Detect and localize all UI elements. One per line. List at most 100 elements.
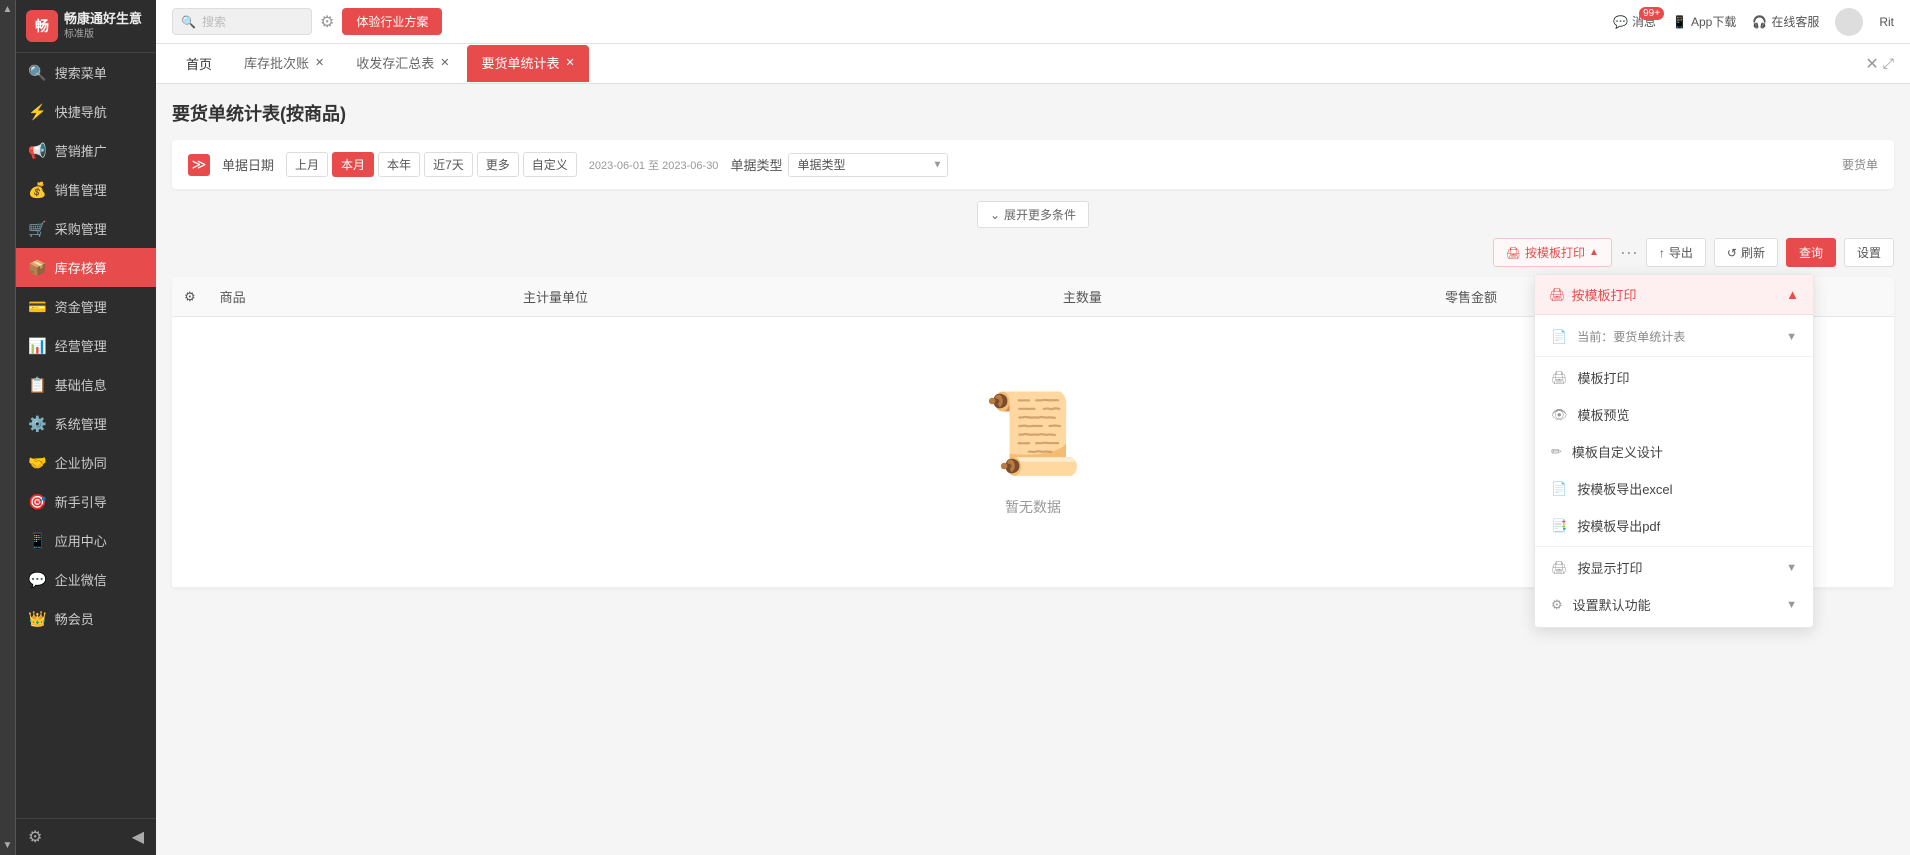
chevron-up-icon: ▲ [1589, 247, 1599, 258]
dropdown-item-set-default[interactable]: ⚙ 设置默认功能 ▼ [1535, 586, 1813, 623]
system-icon: ⚙️ [28, 415, 47, 433]
sidebar-item-sales[interactable]: 💰销售管理 [16, 170, 156, 209]
sidebar-label-appcenter: 应用中心 [55, 531, 107, 550]
query-btn[interactable]: 查询 [1786, 238, 1836, 267]
sidebar-item-system[interactable]: ⚙️系统管理 [16, 404, 156, 443]
tab-label-home: 首页 [186, 54, 212, 73]
service-icon: 🎧 [1752, 15, 1767, 29]
message-icon: 💬 [1613, 15, 1628, 29]
dropdown-header: 🖨 按模板打印 ▲ [1535, 275, 1813, 315]
settings-icon[interactable]: ⚙ [28, 827, 42, 847]
template-print-btn[interactable]: 🖨 按模板打印 ▲ [1493, 238, 1612, 267]
tab-close-order-stats[interactable]: ✕ [566, 56, 575, 69]
sidebar-menu: 🔍搜索菜单⚡快捷导航📢营销推广💰销售管理🛒采购管理📦库存核算💳资金管理📊经营管理… [16, 53, 156, 818]
sidebar-scroll-up[interactable]: ▲ [0, 0, 16, 19]
search-icon: 🔍 [28, 64, 47, 82]
dropdown-item-template-preview[interactable]: 👁 模板预览 [1535, 396, 1813, 433]
dropdown-item-template-print[interactable]: 🖨 模板打印 [1535, 359, 1813, 396]
sidebar-item-operation[interactable]: 📊经营管理 [16, 326, 156, 365]
dropdown-current-arrow: ▼ [1786, 331, 1797, 343]
sidebar-toggle-icon[interactable]: ◀ [132, 827, 144, 847]
app-download-btn[interactable]: 📱 App下载 [1672, 13, 1736, 30]
close-window-icon[interactable]: ✕ [1865, 54, 1878, 74]
tabs-right-controls: ✕ ⤢ [1857, 54, 1894, 74]
page-content: 要货单统计表(按商品) ≫ 单据日期 上月本月本年近7天更多自定义 2023-0… [156, 84, 1910, 855]
more-options-icon[interactable]: ··· [1620, 242, 1638, 263]
online-service-btn[interactable]: 🎧 在线客服 [1752, 13, 1819, 30]
header-settings-icon[interactable]: ⚙ [320, 12, 334, 32]
sidebar-item-search[interactable]: 🔍搜索菜单 [16, 53, 156, 92]
dropdown-title-label: 按模板打印 [1572, 285, 1637, 304]
tab-label-receipts: 收发存汇总表 [356, 53, 434, 72]
sidebar-label-enterprise: 企业协同 [55, 453, 107, 472]
sidebar-label-quick-nav: 快捷导航 [55, 102, 107, 121]
sidebar-item-marketing[interactable]: 📢营销推广 [16, 131, 156, 170]
sidebar-item-quick-nav[interactable]: ⚡快捷导航 [16, 92, 156, 131]
sidebar-scroll-down[interactable]: ▼ [0, 836, 16, 855]
sidebar-item-inventory[interactable]: 📦库存核算 [16, 248, 156, 287]
date-btn-custom[interactable]: 自定义 [523, 152, 577, 177]
sidebar-scroll[interactable]: ▲ ▼ [0, 0, 16, 855]
expand-icon: ⌄ [990, 208, 1000, 222]
dropdown-section: 📄 当前：要货单统计表 ▼ 🖨 模板打印 👁 模板预览 ✏ [1535, 315, 1813, 627]
sidebar-label-newguide: 新手引导 [55, 492, 107, 511]
table-col-settings[interactable]: ⚙ [172, 277, 208, 317]
date-btn-year[interactable]: 本年 [378, 152, 420, 177]
dropdown-item-export-excel[interactable]: 📄 按模板导出excel [1535, 470, 1813, 507]
sidebar-label-sales: 销售管理 [55, 180, 107, 199]
tab-order-stats[interactable]: 要货单统计表✕ [467, 45, 588, 82]
print-icon: 🖨 [1506, 246, 1521, 260]
dropdown-item-template-custom[interactable]: ✏ 模板自定义设计 [1535, 433, 1813, 470]
refresh-btn[interactable]: ↺ 刷新 [1714, 238, 1778, 267]
tab-close-receipts[interactable]: ✕ [440, 56, 449, 69]
table-col-qty: 主数量 [1051, 277, 1433, 317]
dropdown-divider-1 [1535, 356, 1813, 357]
tab-receipts[interactable]: 收发存汇总表 ✕ [342, 45, 463, 82]
date-btn-prev[interactable]: 上月 [286, 152, 328, 177]
sidebar-item-newguide[interactable]: 🎯新手引导 [16, 482, 156, 521]
type-select[interactable]: 单据类型 要货单 [788, 153, 948, 177]
table-col-unit: 主计量单位 [511, 277, 1051, 317]
template-custom-label: 模板自定义设计 [1572, 442, 1663, 461]
filter-toggle-btn[interactable]: ≫ [188, 154, 210, 176]
query-label: 查询 [1799, 244, 1823, 261]
sidebar-item-basic[interactable]: 📋基础信息 [16, 365, 156, 404]
messages-btn[interactable]: 💬 消息 99+ [1613, 13, 1656, 30]
settings-btn[interactable]: 设置 [1844, 238, 1894, 267]
expand-conditions-btn[interactable]: ⌄ 展开更多条件 [977, 201, 1089, 228]
date-btn-more[interactable]: 更多 [477, 152, 519, 177]
trial-btn[interactable]: 体验行业方案 [342, 8, 442, 35]
user-name[interactable]: Rit [1879, 15, 1894, 29]
display-print-arrow: ▼ [1786, 562, 1797, 574]
tab-close-batch[interactable]: ✕ [315, 56, 324, 69]
export-icon: ↑ [1659, 246, 1665, 260]
yh-label: 要货单 [1842, 156, 1878, 173]
export-btn[interactable]: ↑ 导出 [1646, 238, 1706, 267]
tab-home[interactable]: 首页 [172, 46, 226, 81]
dropdown-item-export-pdf[interactable]: 📑 按模板导出pdf [1535, 507, 1813, 544]
maximize-icon[interactable]: ⤢ [1883, 55, 1894, 72]
sidebar-label-marketing: 营销推广 [55, 141, 107, 160]
tab-batch[interactable]: 库存批次账 ✕ [230, 45, 338, 82]
top-search[interactable]: 🔍 搜索 [172, 8, 312, 35]
tab-label-batch: 库存批次账 [244, 53, 309, 72]
header-left: 🔍 搜索 ⚙ 体验行业方案 [172, 8, 442, 35]
dropdown-item-display-print[interactable]: 🖨 按显示打印 ▼ [1535, 549, 1813, 586]
sidebar-item-appcenter[interactable]: 📱应用中心 [16, 521, 156, 560]
sidebar-item-enterprise[interactable]: 🤝企业协同 [16, 443, 156, 482]
date-btn-7days[interactable]: 近7天 [424, 152, 473, 177]
sidebar-item-finance[interactable]: 💳资金管理 [16, 287, 156, 326]
user-avatar[interactable] [1835, 8, 1863, 36]
sidebar-item-member[interactable]: 👑畅会员 [16, 599, 156, 638]
dropdown-current-item[interactable]: 📄 当前：要货单统计表 ▼ [1535, 319, 1813, 354]
date-btn-cur[interactable]: 本月 [332, 152, 374, 177]
template-preview-label: 模板预览 [1578, 405, 1630, 424]
export-excel-icon: 📄 [1551, 481, 1567, 497]
sidebar-item-purchase[interactable]: 🛒采购管理 [16, 209, 156, 248]
dropdown-divider-2 [1535, 546, 1813, 547]
search-placeholder: 搜索 [202, 13, 226, 30]
toolbar: 🖨 按模板打印 ▲ ··· ↑ 导出 ↺ 刷新 查询 设置 [172, 238, 1894, 267]
purchase-icon: 🛒 [28, 220, 47, 238]
sidebar-item-wechat[interactable]: 💬企业微信 [16, 560, 156, 599]
template-print-icon-dd: 🖨 [1551, 370, 1568, 386]
